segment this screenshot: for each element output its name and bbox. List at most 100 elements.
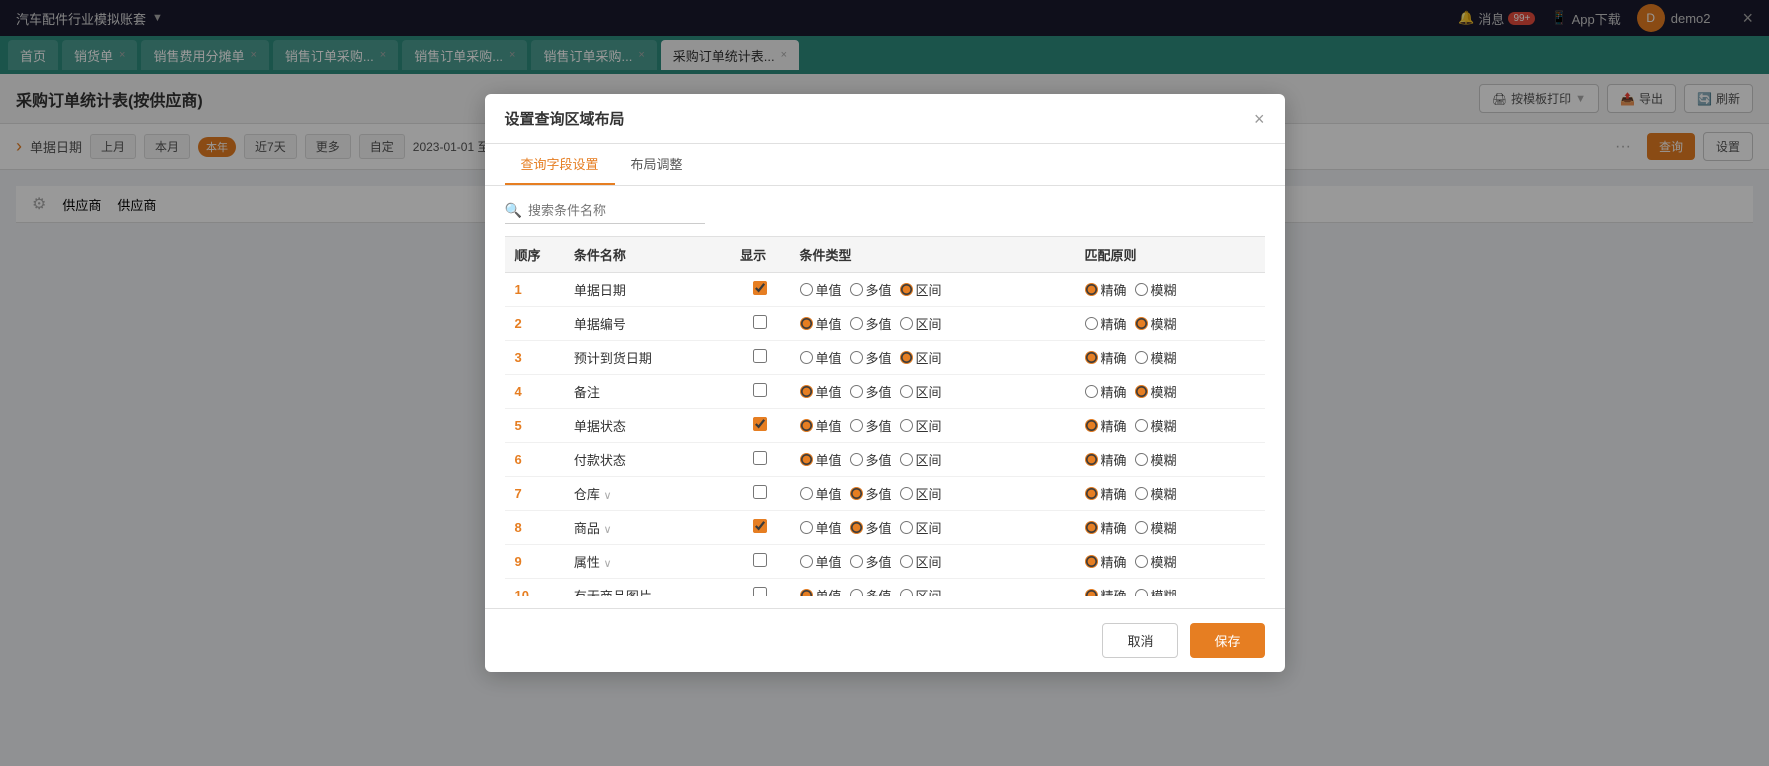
match-exact-option[interactable]: 精确 xyxy=(1085,552,1127,571)
type-range-option[interactable]: 区间 xyxy=(900,416,942,435)
type-range-option[interactable]: 区间 xyxy=(900,450,942,469)
row-order: 9 xyxy=(505,545,564,579)
type-multi-option[interactable]: 多值 xyxy=(850,586,892,596)
row-display xyxy=(730,477,789,511)
type-range-option[interactable]: 区间 xyxy=(900,586,942,596)
match-fuzzy-option[interactable]: 模糊 xyxy=(1135,518,1177,537)
save-btn[interactable]: 保存 xyxy=(1190,623,1264,658)
display-checkbox[interactable] xyxy=(753,417,767,431)
type-single-option[interactable]: 单值 xyxy=(800,552,842,571)
col-header-display: 显示 xyxy=(730,237,789,273)
row-name: 属性 ∨ xyxy=(564,545,730,579)
match-exact-option[interactable]: 精确 xyxy=(1085,280,1127,299)
type-single-option[interactable]: 单值 xyxy=(800,348,842,367)
row-order: 6 xyxy=(505,443,564,477)
type-single-option[interactable]: 单值 xyxy=(800,518,842,537)
match-exact-option[interactable]: 精确 xyxy=(1085,416,1127,435)
display-checkbox[interactable] xyxy=(753,519,767,533)
table-row: 9属性 ∨单值多值区间精确模糊 xyxy=(505,545,1265,579)
display-checkbox[interactable] xyxy=(753,315,767,329)
type-multi-option[interactable]: 多值 xyxy=(850,280,892,299)
display-checkbox[interactable] xyxy=(753,587,767,596)
row-order: 4 xyxy=(505,375,564,409)
match-exact-option[interactable]: 精确 xyxy=(1085,586,1127,596)
type-range-option[interactable]: 区间 xyxy=(900,314,942,333)
row-name: 有无商品图片 xyxy=(564,579,730,597)
row-match: 精确模糊 xyxy=(1075,273,1265,307)
modal-tab-layout[interactable]: 布局调整 xyxy=(615,144,699,185)
match-exact-option[interactable]: 精确 xyxy=(1085,518,1127,537)
table-row: 5单据状态 单值多值区间 精确模糊 xyxy=(505,409,1265,443)
dropdown-icon: ∨ xyxy=(604,558,612,570)
display-checkbox[interactable] xyxy=(753,349,767,363)
match-fuzzy-option[interactable]: 模糊 xyxy=(1135,484,1177,503)
type-multi-option[interactable]: 多值 xyxy=(850,518,892,537)
type-multi-option[interactable]: 多值 xyxy=(850,382,892,401)
row-display xyxy=(730,307,789,341)
type-range-option[interactable]: 区间 xyxy=(900,484,942,503)
match-fuzzy-option[interactable]: 模糊 xyxy=(1135,280,1177,299)
match-fuzzy-option[interactable]: 模糊 xyxy=(1135,552,1177,571)
row-type: 单值多值区间 xyxy=(790,545,1075,579)
type-multi-option[interactable]: 多值 xyxy=(850,450,892,469)
match-fuzzy-option[interactable]: 模糊 xyxy=(1135,416,1177,435)
modal-close-btn[interactable]: × xyxy=(1254,110,1265,128)
row-match: 精确模糊 xyxy=(1075,341,1265,375)
match-fuzzy-option[interactable]: 模糊 xyxy=(1135,348,1177,367)
type-range-option[interactable]: 区间 xyxy=(900,280,942,299)
type-single-option[interactable]: 单值 xyxy=(800,450,842,469)
row-name: 仓库 ∨ xyxy=(564,477,730,511)
row-order: 2 xyxy=(505,307,564,341)
row-type: 单值多值区间 xyxy=(790,579,1075,597)
modal-tab-query-fields[interactable]: 查询字段设置 xyxy=(505,144,615,185)
modal-title: 设置查询区域布局 xyxy=(505,108,625,129)
display-checkbox[interactable] xyxy=(753,485,767,499)
match-fuzzy-option[interactable]: 模糊 xyxy=(1135,586,1177,596)
modal-body: 🔍 顺序 条件名称 显示 条件类型 匹配原则 xyxy=(485,186,1285,608)
type-multi-option[interactable]: 多值 xyxy=(850,416,892,435)
match-fuzzy-option[interactable]: 模糊 xyxy=(1135,450,1177,469)
type-multi-option[interactable]: 多值 xyxy=(850,348,892,367)
type-range-option[interactable]: 区间 xyxy=(900,518,942,537)
type-range-option[interactable]: 区间 xyxy=(900,348,942,367)
match-exact-option[interactable]: 精确 xyxy=(1085,382,1127,401)
match-exact-option[interactable]: 精确 xyxy=(1085,450,1127,469)
type-single-option[interactable]: 单值 xyxy=(800,416,842,435)
display-checkbox[interactable] xyxy=(753,451,767,465)
row-type: 单值多值区间 xyxy=(790,511,1075,545)
row-match: 精确模糊 xyxy=(1075,307,1265,341)
type-single-option[interactable]: 单值 xyxy=(800,314,842,333)
type-single-option[interactable]: 单值 xyxy=(800,280,842,299)
match-exact-option[interactable]: 精确 xyxy=(1085,314,1127,333)
row-display xyxy=(730,341,789,375)
modal-header: 设置查询区域布局 × xyxy=(485,94,1285,144)
dropdown-icon: ∨ xyxy=(604,490,612,502)
display-checkbox[interactable] xyxy=(753,383,767,397)
row-name: 单据状态 xyxy=(564,409,730,443)
conditions-table-scroll[interactable]: 顺序 条件名称 显示 条件类型 匹配原则 1单据日期单值多值区间精确模糊2单据编… xyxy=(505,236,1265,596)
match-fuzzy-option[interactable]: 模糊 xyxy=(1135,382,1177,401)
display-checkbox[interactable] xyxy=(753,553,767,567)
modal-tab-query-fields-label: 查询字段设置 xyxy=(521,157,599,172)
condition-search-input[interactable] xyxy=(528,203,705,218)
display-checkbox[interactable] xyxy=(753,281,767,295)
cancel-btn[interactable]: 取消 xyxy=(1102,623,1178,658)
type-multi-option[interactable]: 多值 xyxy=(850,314,892,333)
match-exact-option[interactable]: 精确 xyxy=(1085,348,1127,367)
col-header-order: 顺序 xyxy=(505,237,564,273)
match-fuzzy-option[interactable]: 模糊 xyxy=(1135,314,1177,333)
modal-overlay: 设置查询区域布局 × 查询字段设置 布局调整 🔍 xyxy=(0,0,1769,766)
type-multi-option[interactable]: 多值 xyxy=(850,484,892,503)
type-range-option[interactable]: 区间 xyxy=(900,552,942,571)
type-multi-option[interactable]: 多值 xyxy=(850,552,892,571)
row-order: 5 xyxy=(505,409,564,443)
match-exact-option[interactable]: 精确 xyxy=(1085,484,1127,503)
type-single-option[interactable]: 单值 xyxy=(800,484,842,503)
type-single-option[interactable]: 单值 xyxy=(800,382,842,401)
type-range-option[interactable]: 区间 xyxy=(900,382,942,401)
row-name: 商品 ∨ xyxy=(564,511,730,545)
row-name: 备注 xyxy=(564,375,730,409)
type-single-option[interactable]: 单值 xyxy=(800,586,842,596)
row-name: 付款状态 xyxy=(564,443,730,477)
row-type: 单值多值区间 xyxy=(790,443,1075,477)
